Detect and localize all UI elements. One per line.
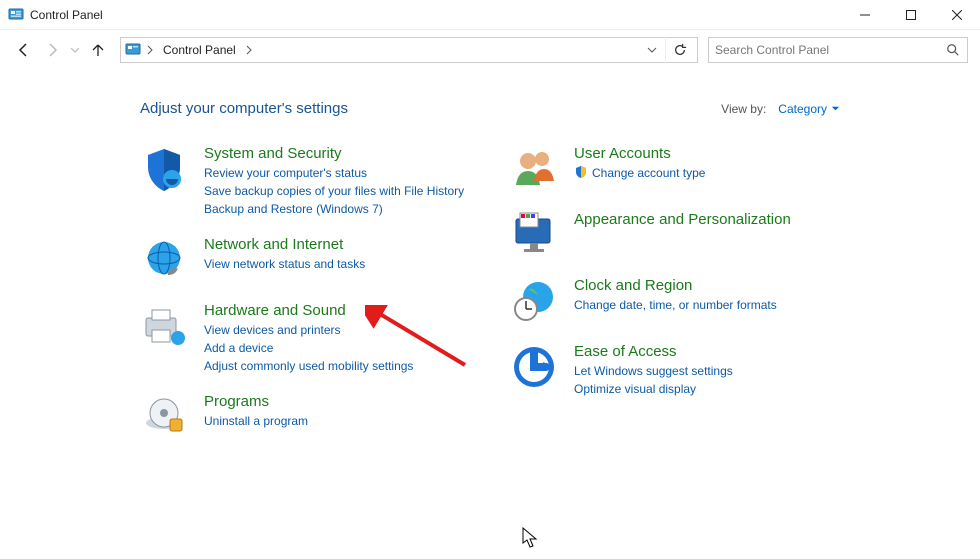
refresh-button[interactable] bbox=[665, 37, 693, 63]
globe-icon bbox=[140, 236, 188, 284]
viewby-value: Category bbox=[778, 102, 827, 116]
category-title[interactable]: User Accounts bbox=[574, 145, 705, 162]
category-title[interactable]: Appearance and Personalization bbox=[574, 211, 791, 228]
shield-icon bbox=[140, 145, 188, 193]
search-box[interactable] bbox=[708, 37, 968, 63]
search-icon[interactable] bbox=[945, 42, 961, 58]
content-area: Adjust your computer's settings View by:… bbox=[0, 70, 980, 469]
viewby-dropdown[interactable]: Category bbox=[778, 102, 840, 116]
right-column: User Accounts Change account type Appear… bbox=[510, 145, 840, 459]
maximize-button[interactable] bbox=[888, 0, 934, 30]
category-user-accounts: User Accounts Change account type bbox=[510, 145, 840, 193]
category-link[interactable]: View network status and tasks bbox=[204, 255, 365, 273]
category-link[interactable]: Let Windows suggest settings bbox=[574, 362, 733, 380]
category-link[interactable]: Save backup copies of your files with Fi… bbox=[204, 182, 464, 200]
printer-icon bbox=[140, 302, 188, 350]
category-title[interactable]: Ease of Access bbox=[574, 343, 733, 360]
minimize-button[interactable] bbox=[842, 0, 888, 30]
category-programs: Programs Uninstall a program bbox=[140, 393, 470, 441]
cursor-icon bbox=[522, 527, 540, 552]
category-link[interactable]: Review your computer's status bbox=[204, 164, 464, 182]
category-link[interactable]: Uninstall a program bbox=[204, 412, 308, 430]
category-link[interactable]: Add a device bbox=[204, 339, 413, 357]
viewby: View by: Category bbox=[721, 102, 840, 116]
category-clock-region: Clock and Region Change date, time, or n… bbox=[510, 277, 840, 325]
control-panel-icon bbox=[8, 7, 24, 23]
clock-globe-icon bbox=[510, 277, 558, 325]
chevron-right-icon[interactable] bbox=[145, 41, 155, 59]
category-ease-of-access: Ease of Access Let Windows suggest setti… bbox=[510, 343, 840, 398]
category-link[interactable]: Change account type bbox=[574, 164, 705, 182]
window-title: Control Panel bbox=[30, 8, 103, 22]
ease-of-access-icon bbox=[510, 343, 558, 391]
users-icon bbox=[510, 145, 558, 193]
control-panel-icon bbox=[125, 42, 141, 58]
category-title[interactable]: Programs bbox=[204, 393, 308, 410]
nav-bar: Control Panel bbox=[0, 30, 980, 70]
category-title[interactable]: System and Security bbox=[204, 145, 464, 162]
category-link-text: Change account type bbox=[592, 166, 705, 180]
address-bar[interactable]: Control Panel bbox=[120, 37, 698, 63]
viewby-label: View by: bbox=[721, 102, 766, 116]
monitor-icon bbox=[510, 211, 558, 259]
header-row: Adjust your computer's settings View by:… bbox=[140, 100, 840, 117]
category-title[interactable]: Network and Internet bbox=[204, 236, 365, 253]
back-button[interactable] bbox=[12, 38, 36, 62]
address-dropdown[interactable] bbox=[643, 41, 661, 59]
uac-shield-icon bbox=[574, 165, 588, 179]
up-button[interactable] bbox=[86, 38, 110, 62]
category-link[interactable]: Backup and Restore (Windows 7) bbox=[204, 200, 464, 218]
left-column: System and Security Review your computer… bbox=[140, 145, 470, 459]
close-button[interactable] bbox=[934, 0, 980, 30]
search-input[interactable] bbox=[715, 43, 945, 57]
title-bar: Control Panel bbox=[0, 0, 980, 30]
category-system-security: System and Security Review your computer… bbox=[140, 145, 470, 218]
category-link[interactable]: Change date, time, or number formats bbox=[574, 296, 777, 314]
category-link[interactable]: Adjust commonly used mobility settings bbox=[204, 357, 413, 375]
window-controls bbox=[842, 0, 980, 30]
category-network: Network and Internet View network status… bbox=[140, 236, 470, 284]
category-columns: System and Security Review your computer… bbox=[140, 145, 840, 459]
category-appearance: Appearance and Personalization bbox=[510, 211, 840, 259]
chevron-right-icon[interactable] bbox=[244, 41, 254, 59]
category-title[interactable]: Hardware and Sound bbox=[204, 302, 413, 319]
recent-dropdown[interactable] bbox=[68, 38, 82, 62]
forward-button[interactable] bbox=[40, 38, 64, 62]
breadcrumb-root[interactable]: Control Panel bbox=[159, 41, 240, 59]
category-hardware: Hardware and Sound View devices and prin… bbox=[140, 302, 470, 375]
category-link[interactable]: Optimize visual display bbox=[574, 380, 733, 398]
programs-icon bbox=[140, 393, 188, 441]
page-title: Adjust your computer's settings bbox=[140, 100, 348, 117]
category-title[interactable]: Clock and Region bbox=[574, 277, 777, 294]
category-link[interactable]: View devices and printers bbox=[204, 321, 413, 339]
